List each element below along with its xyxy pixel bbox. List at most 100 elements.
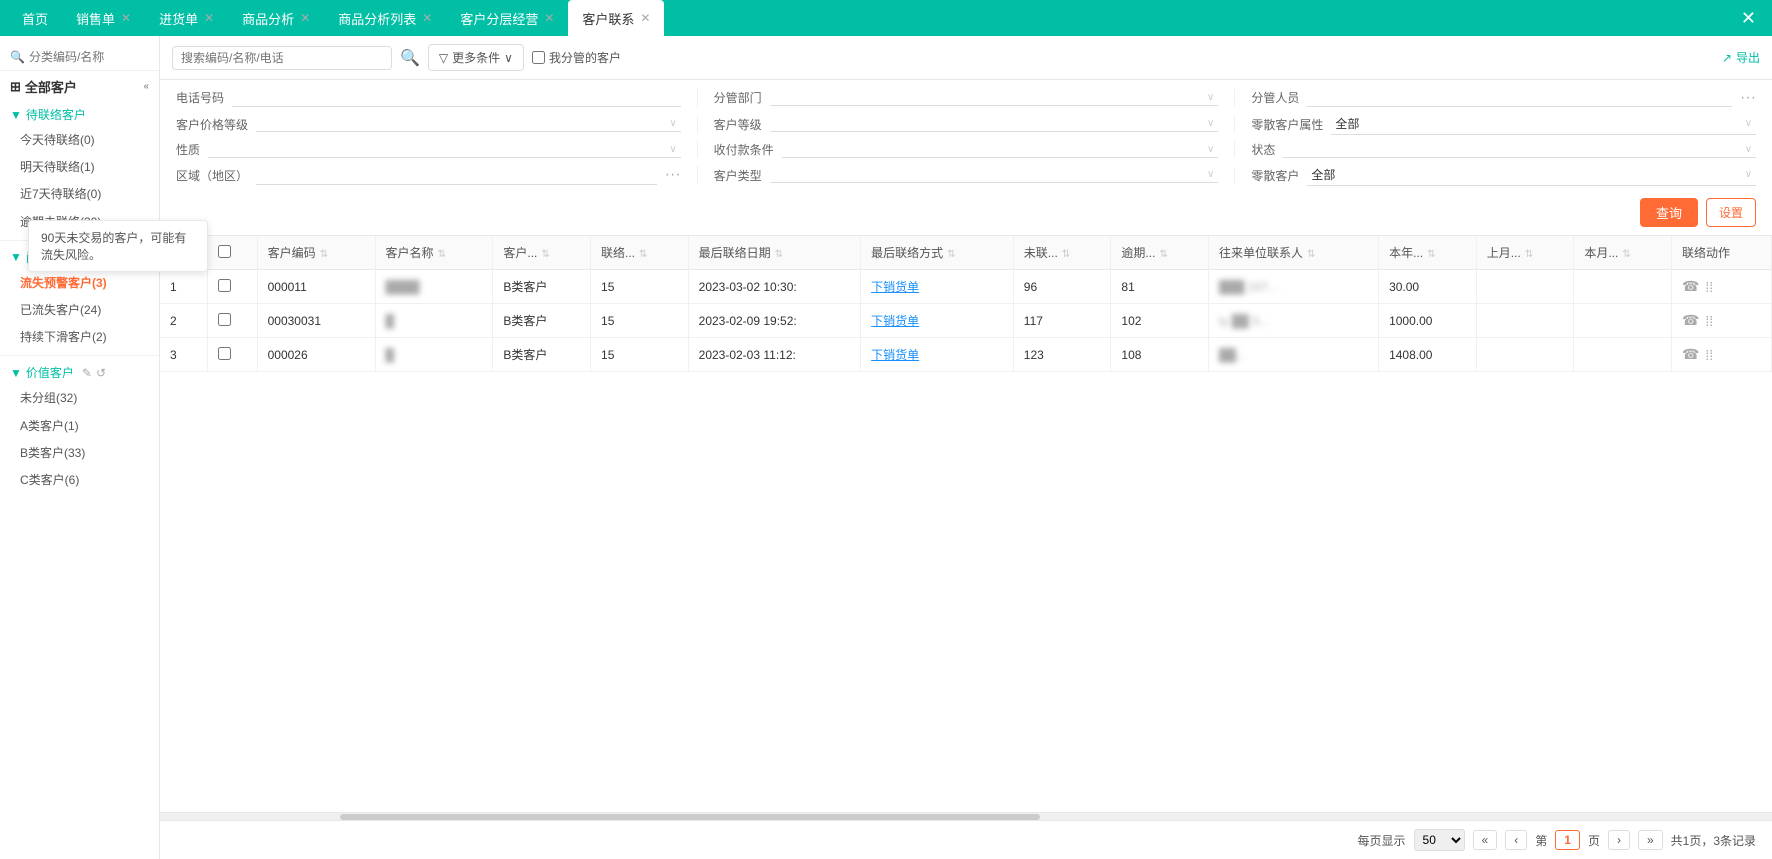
- sidebar-all-customers[interactable]: ⊞ 全部客户 «: [0, 71, 159, 102]
- my-customers-checkbox[interactable]: 我分管的客户: [532, 49, 621, 66]
- more-icon-2[interactable]: ⁞⁞: [1705, 313, 1713, 329]
- sidebar-group-value[interactable]: ▼ 价值客户 ✎ ↺: [0, 360, 159, 385]
- th-overdue[interactable]: 逾期...: [1111, 236, 1209, 270]
- sidebar-search-input[interactable]: [29, 50, 160, 64]
- refresh-icon[interactable]: ↺: [96, 366, 106, 380]
- close-tab-purchase-icon[interactable]: ✕: [204, 11, 214, 25]
- last-page-btn[interactable]: »: [1638, 830, 1663, 850]
- contact-icon-3[interactable]: ☎: [1682, 346, 1699, 363]
- sidebar-item-class-c[interactable]: C类客户(6): [0, 467, 159, 494]
- export-icon: ↗: [1722, 51, 1732, 65]
- select-status[interactable]: ∨: [1283, 142, 1756, 158]
- toolbar-search-input[interactable]: [172, 46, 392, 70]
- td-method-1[interactable]: 下销货单: [861, 270, 1014, 304]
- sidebar-item-churned[interactable]: 已流失客户(24): [0, 297, 159, 324]
- contact-icon-2[interactable]: ☎: [1682, 312, 1699, 329]
- input-phone[interactable]: [232, 88, 681, 107]
- th-this-month[interactable]: 本月...: [1574, 236, 1672, 270]
- label-payment: 收付款条件: [714, 141, 774, 158]
- edit-icon[interactable]: ✎: [82, 366, 92, 380]
- nav-tab-customer-layer[interactable]: 客户分层经营 ✕: [446, 0, 568, 36]
- select-retail[interactable]: 全部 ∨: [1307, 164, 1756, 186]
- td-checkbox-2[interactable]: [208, 304, 257, 338]
- more-icon-1[interactable]: ⁞⁞: [1705, 279, 1713, 295]
- th-last-contact-method[interactable]: 最后联络方式: [861, 236, 1014, 270]
- close-tab-customer-layer-icon[interactable]: ✕: [544, 11, 554, 25]
- td-action-1: ☎ ⁞⁞: [1671, 270, 1771, 304]
- select-nature[interactable]: ∨: [208, 142, 681, 158]
- data-table: ⚙ 客户编码 客户名称 客户... 联络... 最后联络日期 最后联络方式 未联…: [160, 236, 1772, 372]
- th-code[interactable]: 客户编码: [257, 236, 375, 270]
- page-size-label: 每页显示: [1358, 832, 1406, 849]
- select-all-checkbox[interactable]: [218, 245, 231, 258]
- nav-tab-analysis-list[interactable]: 商品分析列表 ✕: [324, 0, 446, 36]
- sidebar-item-class-b[interactable]: B类客户(33): [0, 440, 159, 467]
- action-icons-1: ☎ ⁞⁞: [1682, 278, 1761, 295]
- close-tab-sales-icon[interactable]: ✕: [121, 11, 131, 25]
- nav-tab-sales[interactable]: 销售单 ✕: [62, 0, 145, 36]
- select-dept[interactable]: ∨: [770, 90, 1219, 106]
- close-tab-analysis-icon[interactable]: ✕: [300, 11, 310, 25]
- nav-tab-customer-contact[interactable]: 客户联系 ✕: [568, 0, 664, 36]
- more-region-icon[interactable]: ···: [665, 166, 681, 184]
- more-icon-3[interactable]: ⁞⁞: [1705, 347, 1713, 363]
- th-customer-type[interactable]: 客户...: [493, 236, 591, 270]
- action-icons-2: ☎ ⁞⁞: [1682, 312, 1761, 329]
- select-cust-level[interactable]: ∨: [770, 116, 1219, 132]
- sidebar-group-pending[interactable]: ▼ 待联络客户: [0, 102, 159, 127]
- scrollbar-thumb[interactable]: [340, 814, 1040, 820]
- sidebar-search-box[interactable]: 🔍: [0, 44, 159, 71]
- sidebar-item-class-a[interactable]: A类客户(1): [0, 413, 159, 440]
- sidebar-item-today[interactable]: 今天待联络(0): [0, 127, 159, 154]
- input-region[interactable]: [256, 166, 657, 185]
- td-this-month-1: [1574, 270, 1672, 304]
- th-this-year[interactable]: 本年...: [1379, 236, 1477, 270]
- page-size-select[interactable]: 50 100 200: [1414, 829, 1465, 851]
- th-contact[interactable]: 联络...: [591, 236, 689, 270]
- row-checkbox-1[interactable]: [218, 279, 231, 292]
- th-contacts[interactable]: 往来单位联系人: [1209, 236, 1379, 270]
- next-page-btn[interactable]: ›: [1608, 830, 1630, 850]
- nav-home[interactable]: 首页: [8, 9, 62, 28]
- th-checkbox[interactable]: [208, 236, 257, 270]
- toolbar-search-icon[interactable]: 🔍: [400, 48, 420, 68]
- td-contacts-1: ███ 107...: [1209, 270, 1379, 304]
- first-page-btn[interactable]: «: [1473, 830, 1498, 850]
- select-payment[interactable]: ∨: [782, 142, 1219, 158]
- th-not-contacted[interactable]: 未联...: [1013, 236, 1111, 270]
- td-code-1: 000011: [257, 270, 375, 304]
- sidebar-item-declining[interactable]: 持续下滑客户(2): [0, 324, 159, 351]
- contact-icon-1[interactable]: ☎: [1682, 278, 1699, 295]
- sidebar-item-7days[interactable]: 近7天待联络(0): [0, 181, 159, 208]
- sidebar-item-tomorrow[interactable]: 明天待联络(1): [0, 154, 159, 181]
- row-checkbox-3[interactable]: [218, 347, 231, 360]
- close-tab-analysis-list-icon[interactable]: ✕: [422, 11, 432, 25]
- nav-tab-purchase[interactable]: 进货单 ✕: [145, 0, 228, 36]
- td-code-2: 00030031: [257, 304, 375, 338]
- th-last-contact-date[interactable]: 最后联络日期: [688, 236, 860, 270]
- setting-button[interactable]: 设置: [1706, 198, 1756, 227]
- close-tab-customer-contact-icon[interactable]: ✕: [640, 11, 650, 25]
- td-checkbox-1[interactable]: [208, 270, 257, 304]
- th-last-month[interactable]: 上月...: [1476, 236, 1574, 270]
- select-price-level[interactable]: ∨: [256, 116, 681, 132]
- select-retail-attr[interactable]: 全部 ∨: [1331, 113, 1756, 135]
- sidebar-item-churn-warning[interactable]: 流失预警客户(3): [0, 270, 159, 297]
- td-checkbox-3[interactable]: [208, 338, 257, 372]
- nav-tab-analysis[interactable]: 商品分析 ✕: [228, 0, 324, 36]
- my-customers-checkbox-input[interactable]: [532, 51, 545, 64]
- more-person-icon[interactable]: ···: [1740, 89, 1756, 107]
- sidebar-item-ungrouped[interactable]: 未分组(32): [0, 385, 159, 412]
- td-method-2[interactable]: 下销货单: [861, 304, 1014, 338]
- select-cust-type[interactable]: ∨: [770, 167, 1219, 183]
- horizontal-scrollbar[interactable]: [160, 812, 1772, 820]
- more-conditions-btn[interactable]: ▽ 更多条件 ∨: [428, 44, 524, 71]
- row-checkbox-2[interactable]: [218, 313, 231, 326]
- export-btn[interactable]: ↗ 导出: [1722, 49, 1760, 66]
- prev-page-btn[interactable]: ‹: [1505, 830, 1527, 850]
- input-person[interactable]: [1307, 88, 1732, 107]
- query-button[interactable]: 查询: [1640, 198, 1698, 227]
- th-name[interactable]: 客户名称: [375, 236, 493, 270]
- window-close-icon[interactable]: ✕: [1733, 8, 1764, 29]
- td-method-3[interactable]: 下销货单: [861, 338, 1014, 372]
